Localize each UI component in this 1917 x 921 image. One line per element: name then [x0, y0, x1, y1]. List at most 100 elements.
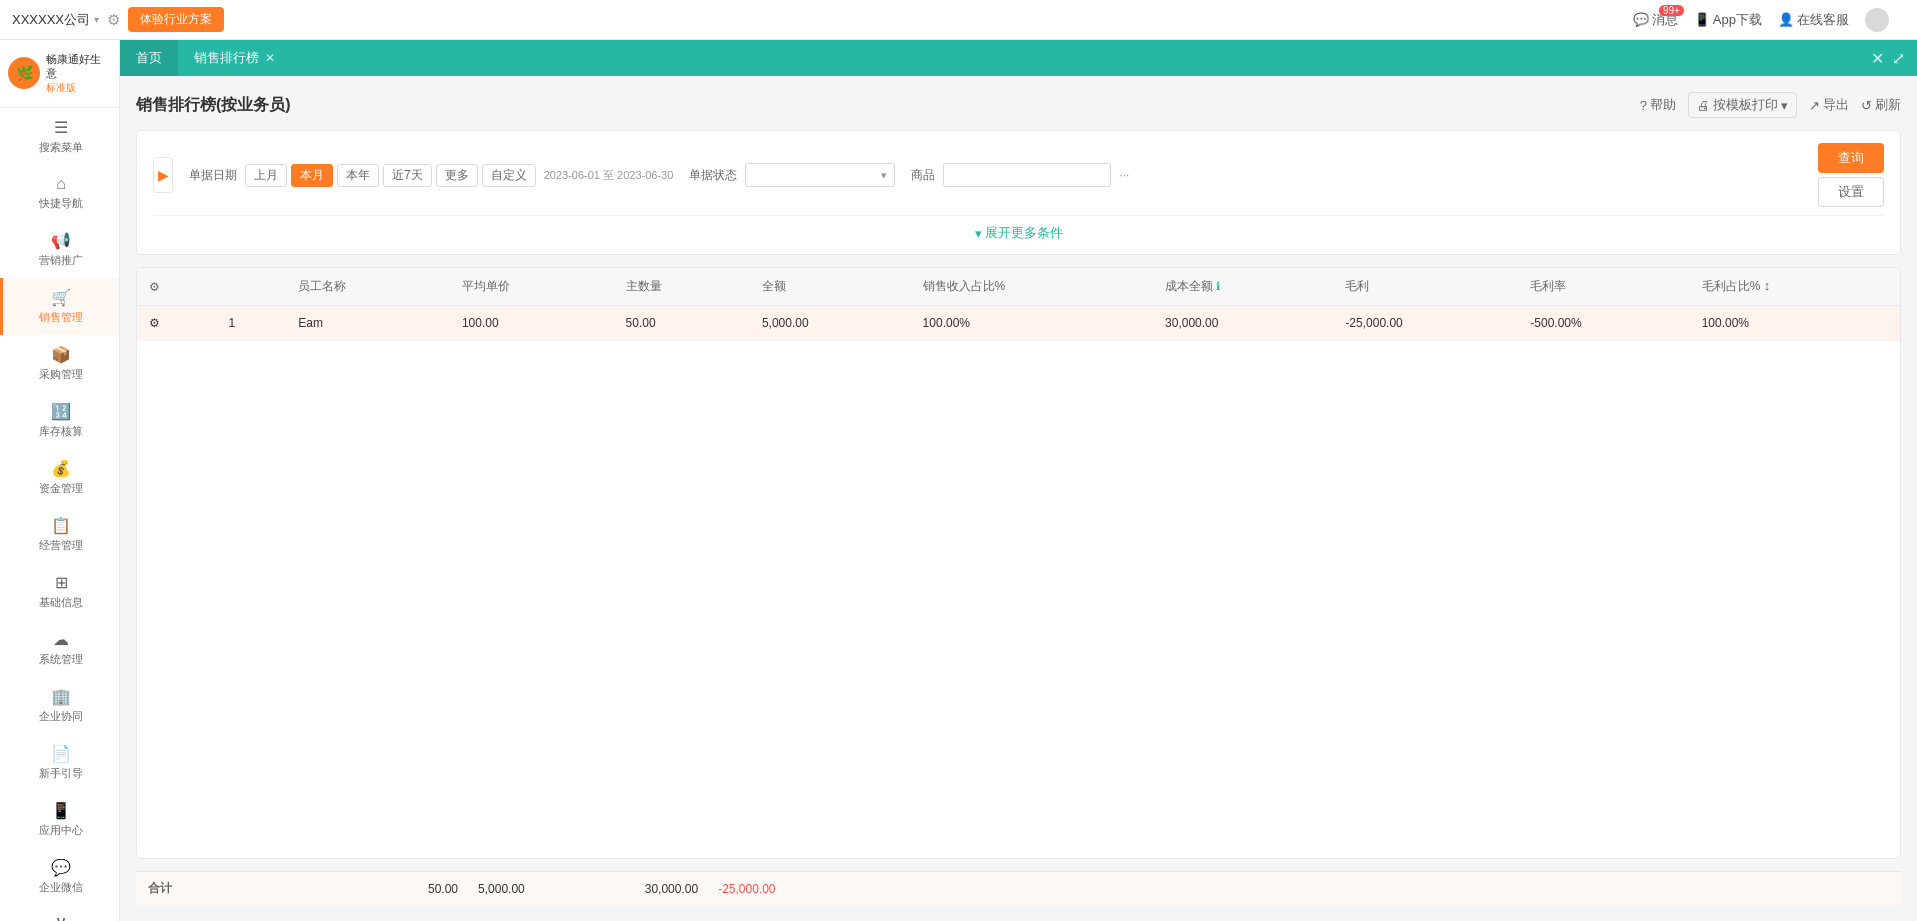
date-filter-group: 单据日期 上月 本月 本年 近7天 更多 自定义 2023-06-01 至 20…: [189, 164, 673, 187]
cost-info-icon[interactable]: ℹ: [1216, 280, 1220, 292]
app-center-icon: 📱: [51, 801, 71, 820]
beginner-icon: 📄: [51, 744, 71, 763]
service-icon: 👤: [1778, 12, 1794, 27]
tab-home[interactable]: 首页: [120, 40, 178, 76]
settings-icon[interactable]: ⚙: [107, 11, 120, 29]
sidebar-item-finance[interactable]: 💰 资金管理: [0, 449, 119, 506]
company-selector[interactable]: XXXXXX公司 ▾: [12, 11, 99, 29]
tab-bar-actions: ✕ ⤢: [1871, 49, 1917, 68]
footer-cost: 30,000.00: [645, 882, 698, 896]
avatar[interactable]: [1865, 8, 1889, 32]
print-icon: 🖨: [1697, 98, 1710, 113]
app-icon: 📱: [1694, 12, 1710, 27]
col-avg-price: 平均单价: [450, 268, 614, 306]
more-filter-icon[interactable]: ···: [1119, 168, 1129, 182]
template-print-arrow: ▾: [1781, 98, 1788, 113]
footer-amount: 5,000.00: [478, 882, 525, 896]
export-btn[interactable]: ↗ 导出: [1809, 96, 1849, 114]
date-btn-more[interactable]: 更多: [436, 164, 478, 187]
cell-employee: Eam: [286, 306, 450, 341]
message-btn[interactable]: 💬 消息 99+: [1633, 11, 1678, 29]
company-dropdown-icon: ▾: [94, 14, 99, 25]
table-section: ⚙ 员工名称 平均单价 主数量 全额 销售收入占比% 成本全额 ℹ 毛利 毛利率…: [136, 267, 1901, 859]
sidebar-item-system[interactable]: ☁ 系统管理: [0, 620, 119, 677]
service-label: 在线客服: [1797, 11, 1849, 29]
sidebar-item-label: 基础信息: [39, 595, 83, 610]
settings-filter-btn[interactable]: 设置: [1818, 177, 1884, 207]
tab-close-icon[interactable]: ✕: [265, 51, 275, 65]
filter-collapse-btn[interactable]: ▶: [153, 157, 173, 193]
sidebar-item-label: 新手引导: [39, 766, 83, 781]
app-download-btn[interactable]: 📱 App下载: [1694, 11, 1762, 29]
sidebar-item-label: 系统管理: [39, 652, 83, 667]
sidebar-item-purchase[interactable]: 📦 采购管理: [0, 335, 119, 392]
sales-icon: 🛒: [51, 288, 71, 307]
table-footer: 合计 50.00 5,000.00 30,000.00 -25,000.00: [136, 871, 1901, 905]
col-settings[interactable]: ⚙: [137, 268, 217, 306]
template-print-btn[interactable]: 🖨 按模板打印 ▾: [1688, 92, 1797, 118]
goods-input[interactable]: [943, 163, 1111, 187]
sidebar-item-marketing[interactable]: 📢 营销推广: [0, 221, 119, 278]
table-header-row: ⚙ 员工名称 平均单价 主数量 全额 销售收入占比% 成本全额 ℹ 毛利 毛利率…: [137, 268, 1900, 306]
tab-sales-ranking[interactable]: 销售排行榜 ✕: [178, 40, 291, 76]
template-print-label: 按模板打印: [1713, 96, 1778, 114]
date-btn-7days[interactable]: 近7天: [383, 164, 432, 187]
trial-btn[interactable]: 体验行业方案: [128, 7, 224, 32]
status-select[interactable]: [745, 163, 895, 187]
sidebar-item-inventory[interactable]: 🔢 库存核算: [0, 392, 119, 449]
sidebar-item-sales[interactable]: 🛒 销售管理: [0, 278, 119, 335]
filter-more-row: ▾ 展开更多条件: [153, 215, 1884, 242]
table-body: ⚙ 1 Eam 100.00 50.00 5,000.00 100.00% 30…: [137, 306, 1900, 341]
export-label: 导出: [1823, 96, 1849, 114]
tab-close-all-icon[interactable]: ✕: [1871, 49, 1884, 68]
date-btn-this-year[interactable]: 本年: [337, 164, 379, 187]
sidebar-item-app-center[interactable]: 📱 应用中心: [0, 791, 119, 848]
sidebar-item-operations[interactable]: 📋 经营管理: [0, 506, 119, 563]
help-btn[interactable]: ? 帮助: [1640, 96, 1676, 114]
sidebar-item-search-order[interactable]: ☰ 搜索菜单: [0, 108, 119, 165]
tab-sales-ranking-label: 销售排行榜: [194, 49, 259, 67]
content-area: 首页 销售排行榜 ✕ ✕ ⤢ 销售排行榜(按业务员) ? 帮助: [120, 40, 1917, 921]
page-actions: ? 帮助 🖨 按模板打印 ▾ ↗ 导出 ↺ 刷新: [1640, 92, 1901, 118]
sidebar-item-enterprise[interactable]: 🏢 企业协同: [0, 677, 119, 734]
query-btn[interactable]: 查询: [1818, 143, 1884, 173]
enterprise-icon: 🏢: [51, 687, 71, 706]
wechat-icon: 💬: [51, 858, 71, 877]
date-btn-last-month[interactable]: 上月: [245, 164, 287, 187]
date-btn-this-month[interactable]: 本月: [291, 164, 333, 187]
table-row: ⚙ 1 Eam 100.00 50.00 5,000.00 100.00% 30…: [137, 306, 1900, 341]
profit-pct-sort-icon[interactable]: ↕: [1764, 278, 1771, 293]
footer-profit: -25,000.00: [718, 882, 775, 896]
sidebar-item-beginner[interactable]: 📄 新手引导: [0, 734, 119, 791]
sidebar-item-label: 采购管理: [39, 367, 83, 382]
footer-label: 合计: [148, 880, 208, 897]
date-btn-custom[interactable]: 自定义: [482, 164, 536, 187]
col-sales-pct: 销售收入占比%: [911, 268, 1153, 306]
cell-avg-price: 100.00: [450, 306, 614, 341]
sidebar-item-basic-info[interactable]: ⊞ 基础信息: [0, 563, 119, 620]
expand-more-btn[interactable]: ▾ 展开更多条件: [975, 224, 1063, 242]
cell-profit: -25,000.00: [1333, 306, 1518, 341]
help-label: 帮助: [1650, 96, 1676, 114]
sidebar-item-member[interactable]: V 畅会员: [0, 905, 119, 921]
date-range-text: 2023-06-01 至 2023-06-30: [544, 168, 674, 183]
sidebar-item-label: 库存核算: [39, 424, 83, 439]
col-rank: [217, 268, 287, 306]
purchase-icon: 📦: [51, 345, 71, 364]
sidebar-logo: 🌿 畅康通好生意 标准版: [0, 40, 119, 108]
col-cost: 成本全额 ℹ: [1153, 268, 1333, 306]
sidebar-item-label: 销售管理: [39, 310, 83, 325]
refresh-icon: ↺: [1861, 98, 1872, 113]
refresh-btn[interactable]: ↺ 刷新: [1861, 96, 1901, 114]
col-profit-rate: 毛利率: [1518, 268, 1689, 306]
cell-settings[interactable]: ⚙: [137, 306, 217, 341]
company-name: XXXXXX公司: [12, 11, 90, 29]
sidebar-item-quick-nav[interactable]: ⌂ 快捷导航: [0, 165, 119, 221]
cell-rank: 1: [217, 306, 287, 341]
sidebar-item-wechat[interactable]: 💬 企业微信: [0, 848, 119, 905]
tab-restore-icon[interactable]: ⤢: [1892, 49, 1905, 68]
page-content: 销售排行榜(按业务员) ? 帮助 🖨 按模板打印 ▾ ↗ 导出: [120, 76, 1917, 921]
online-service-btn[interactable]: 👤 在线客服: [1778, 11, 1849, 29]
sidebar: 🌿 畅康通好生意 标准版 ☰ 搜索菜单 ⌂ 快捷导航 📢 营销推广 🛒 销售管理…: [0, 40, 120, 921]
filter-row: ▶ 单据日期 上月 本月 本年 近7天 更多 自定义 2023-06-01 至 …: [153, 143, 1884, 207]
